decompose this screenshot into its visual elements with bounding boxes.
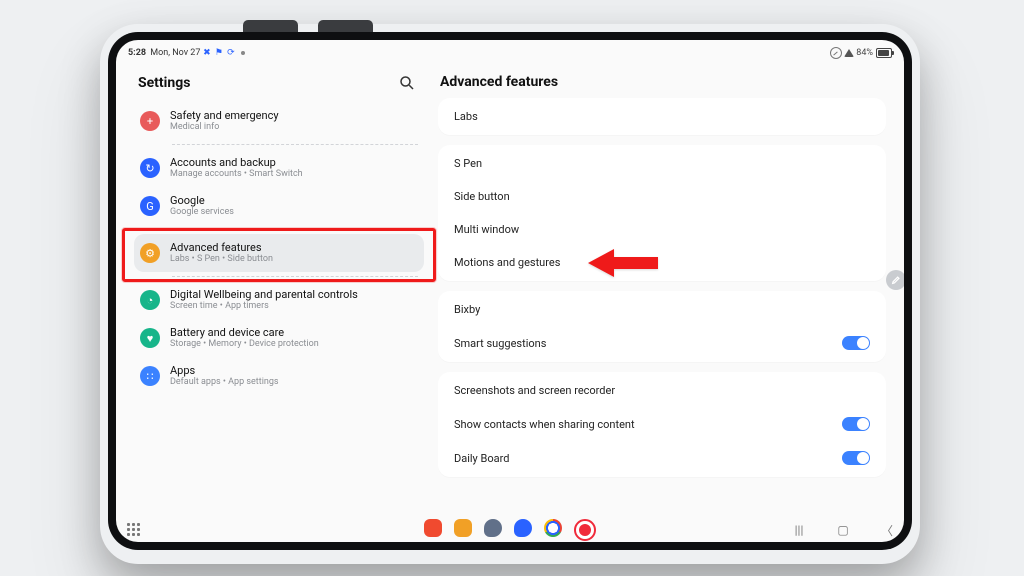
- sidebar-item-label: Google: [170, 194, 234, 207]
- sidebar-item-label: Apps: [170, 364, 279, 377]
- edge-panel-handle[interactable]: [886, 270, 904, 290]
- row-s-pen[interactable]: S Pen: [438, 147, 886, 180]
- row-label: Side button: [454, 190, 510, 203]
- row-label: Daily Board: [454, 452, 509, 465]
- status-time: 5:28: [128, 48, 146, 58]
- sidebar-item-label: Safety and emergency: [170, 109, 279, 122]
- app-files-icon[interactable]: [454, 519, 472, 537]
- adv-icon: ⚙: [140, 243, 160, 263]
- accounts-icon: ↻: [140, 158, 160, 178]
- sidebar-item-adv[interactable]: ⚙ Advanced featuresLabs • S Pen • Side bu…: [134, 234, 424, 272]
- app-notes-icon[interactable]: [424, 519, 442, 537]
- settings-card: Bixby Smart suggestions: [438, 291, 886, 362]
- row-label: S Pen: [454, 157, 482, 170]
- sidebar-item-google[interactable]: G GoogleGoogle services: [134, 187, 424, 225]
- status-bar: 5:28 Mon, Nov 27 ✖ ⚑ ⟳ 84%: [116, 40, 904, 63]
- sidebar-item-safety[interactable]: + Safety and emergencyMedical info: [134, 102, 424, 140]
- app-camera-icon[interactable]: [574, 519, 596, 541]
- batt-icon: ♥: [140, 328, 160, 348]
- safety-icon: +: [140, 111, 160, 131]
- sidebar-item-apps[interactable]: ∷ AppsDefault apps • App settings: [134, 357, 424, 395]
- app-messages-icon[interactable]: [514, 519, 532, 537]
- sync-icon: ⟳: [225, 48, 236, 59]
- taskbar: ||| ▢ 〈: [116, 518, 904, 542]
- app-chrome-icon[interactable]: [544, 519, 562, 537]
- row-bixby[interactable]: Bixby: [438, 293, 886, 326]
- toggle-smart-suggestions[interactable]: [842, 336, 870, 350]
- sidebar-item-sub: Labs • S Pen • Side button: [170, 254, 273, 265]
- row-label: Smart suggestions: [454, 337, 546, 350]
- row-daily-board[interactable]: Daily Board: [438, 441, 886, 475]
- hardware-button: [243, 20, 298, 32]
- settings-card: S Pen Side button Multi window Motions and …: [438, 145, 886, 281]
- more-icon: [241, 51, 245, 55]
- row-labs[interactable]: Labs: [438, 100, 886, 133]
- row-side-button[interactable]: Side button: [438, 180, 886, 213]
- nav-recents[interactable]: |||: [792, 523, 806, 537]
- penup-icon: ✖: [201, 48, 212, 59]
- bluetooth-icon: ⚑: [213, 48, 224, 59]
- nav-back[interactable]: 〈: [880, 523, 894, 537]
- settings-card: Screenshots and screen recorder Show cont…: [438, 372, 886, 477]
- row-label: Bixby: [454, 303, 480, 316]
- screen: 5:28 Mon, Nov 27 ✖ ⚑ ⟳ 84%: [116, 40, 904, 542]
- row-label: Motions and gestures: [454, 256, 560, 269]
- sidebar-item-accounts[interactable]: ↻ Accounts and backupManage accounts • Sm…: [134, 149, 424, 187]
- row-label: Multi window: [454, 223, 519, 236]
- sidebar-item-label: Accounts and backup: [170, 156, 303, 169]
- row-motions-and-gestures[interactable]: Motions and gestures: [438, 246, 886, 279]
- panel-title: Advanced features: [440, 74, 886, 90]
- app-discord-icon[interactable]: [484, 519, 502, 537]
- row-label: Show contacts when sharing content: [454, 418, 635, 431]
- row-label: Labs: [454, 110, 478, 123]
- sidebar-item-label: Battery and device care: [170, 326, 319, 339]
- status-date: Mon, Nov 27: [150, 48, 200, 58]
- settings-card: Labs: [438, 98, 886, 135]
- toggle-daily-board[interactable]: [842, 451, 870, 465]
- sidebar-title: Settings: [138, 75, 190, 91]
- google-icon: G: [140, 196, 160, 216]
- settings-sidebar: Settings + Safety and emergencyMedical in…: [116, 62, 430, 518]
- wifi-icon: [844, 49, 854, 57]
- row-screenshots-and-screen-recorder[interactable]: Screenshots and screen recorder: [438, 374, 886, 407]
- search-icon[interactable]: [398, 74, 416, 92]
- sidebar-item-sub: Google services: [170, 207, 234, 218]
- detail-pane: Advanced features Labs S Pen Side button Mu…: [430, 62, 904, 518]
- sidebar-item-sub: Default apps • App settings: [170, 377, 279, 388]
- spen-status-icon: [830, 47, 842, 59]
- apps-icon: ∷: [140, 366, 160, 386]
- nav-home[interactable]: ▢: [836, 523, 850, 537]
- sidebar-item-label: Advanced features: [170, 241, 273, 254]
- sidebar-item-sub: Medical info: [170, 122, 279, 133]
- row-show-contacts-when-sharing-content[interactable]: Show contacts when sharing content: [438, 407, 886, 441]
- sidebar-item-sub: Manage accounts • Smart Switch: [170, 169, 303, 180]
- row-label: Screenshots and screen recorder: [454, 384, 615, 397]
- toggle-show-contacts-when-sharing-content[interactable]: [842, 417, 870, 431]
- sidebar-item-label: Digital Wellbeing and parental controls: [170, 288, 358, 301]
- battery-icon: [876, 48, 892, 58]
- app-drawer-icon[interactable]: [126, 522, 142, 538]
- row-multi-window[interactable]: Multi window: [438, 213, 886, 246]
- sidebar-item-sub: Screen time • App timers: [170, 301, 358, 312]
- battery-percent: 84%: [856, 48, 873, 58]
- sidebar-item-batt[interactable]: ♥ Battery and device careStorage • Memory…: [134, 319, 424, 357]
- sidebar-item-sub: Storage • Memory • Device protection: [170, 339, 319, 350]
- row-smart-suggestions[interactable]: Smart suggestions: [438, 326, 886, 360]
- tablet-frame: 5:28 Mon, Nov 27 ✖ ⚑ ⟳ 84%: [108, 32, 912, 550]
- hardware-button: [318, 20, 373, 32]
- sidebar-item-dw[interactable]: ◔ Digital Wellbeing and parental controls…: [134, 281, 424, 319]
- dw-icon: ◔: [140, 290, 160, 310]
